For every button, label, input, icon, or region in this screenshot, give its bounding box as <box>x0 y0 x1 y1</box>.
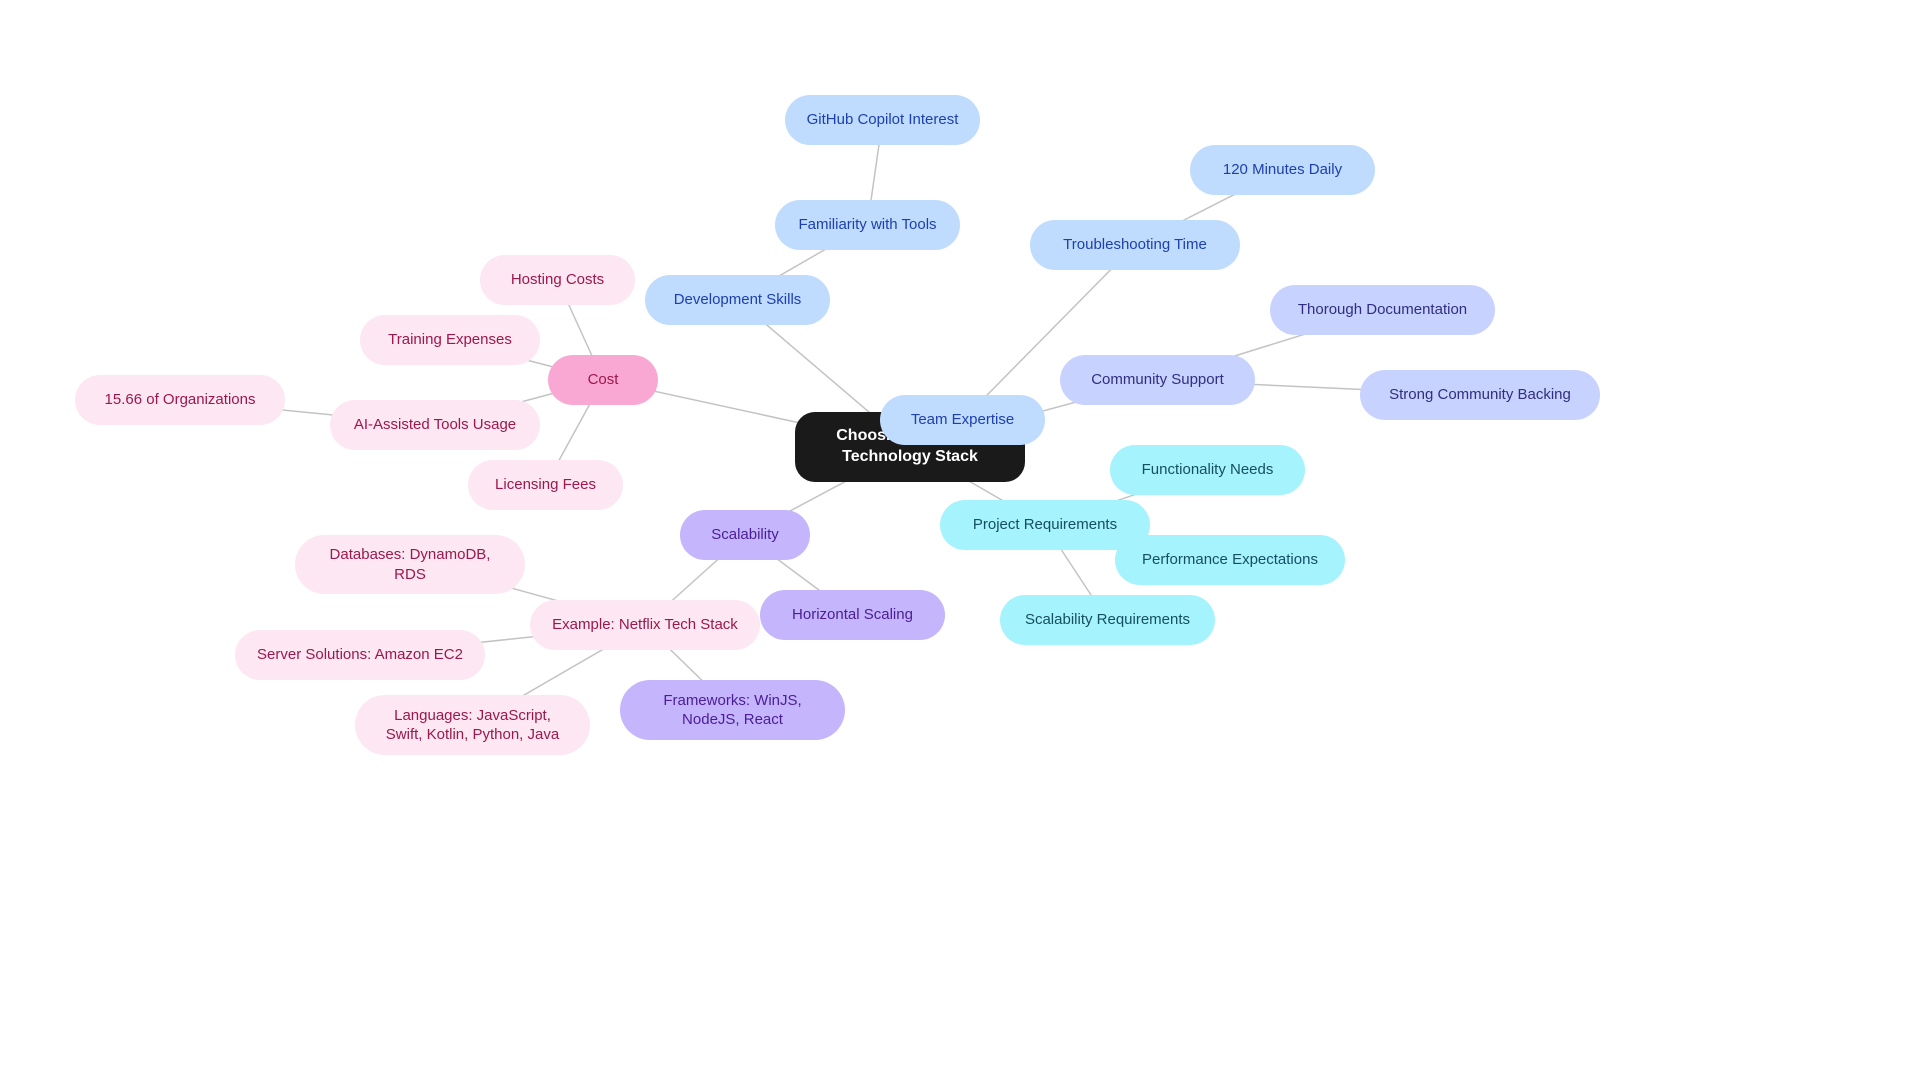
fam-tools-node[interactable]: Familiarity with Tools <box>775 200 960 250</box>
perf-expect-node[interactable]: Performance Expectations <box>1115 535 1345 585</box>
licensing-fees-node[interactable]: Licensing Fees <box>468 460 623 510</box>
thorough-doc-node[interactable]: Thorough Documentation <box>1270 285 1495 335</box>
cost-node[interactable]: Cost <box>548 355 658 405</box>
community-support-node[interactable]: Community Support <box>1060 355 1255 405</box>
mins120-node[interactable]: 120 Minutes Daily <box>1190 145 1375 195</box>
mindmap-container: Choosing the Right Technology Stack Cost… <box>0 0 1920 1083</box>
project-req-node[interactable]: Project Requirements <box>940 500 1150 550</box>
hosting-costs-node[interactable]: Hosting Costs <box>480 255 635 305</box>
gh-copilot-node[interactable]: GitHub Copilot Interest <box>785 95 980 145</box>
ai-tools-node[interactable]: AI-Assisted Tools Usage <box>330 400 540 450</box>
databases-node[interactable]: Databases: DynamoDB, RDS <box>295 535 525 594</box>
troubleshoot-node[interactable]: Troubleshooting Time <box>1030 220 1240 270</box>
horiz-scaling-node[interactable]: Horizontal Scaling <box>760 590 945 640</box>
orgs-node[interactable]: 15.66 of Organizations <box>75 375 285 425</box>
training-expenses-node[interactable]: Training Expenses <box>360 315 540 365</box>
languages-node[interactable]: Languages: JavaScript, Swift, Kotlin, Py… <box>355 695 590 755</box>
team-expertise-node[interactable]: Team Expertise <box>880 395 1045 445</box>
func-needs-node[interactable]: Functionality Needs <box>1110 445 1305 495</box>
frameworks-node[interactable]: Frameworks: WinJS, NodeJS, React <box>620 680 845 740</box>
example-netflix-node[interactable]: Example: Netflix Tech Stack <box>530 600 760 650</box>
server-solutions-node[interactable]: Server Solutions: Amazon EC2 <box>235 630 485 680</box>
scalability-node[interactable]: Scalability <box>680 510 810 560</box>
dev-skills-node[interactable]: Development Skills <box>645 275 830 325</box>
scalability-req-node[interactable]: Scalability Requirements <box>1000 595 1215 645</box>
strong-community-node[interactable]: Strong Community Backing <box>1360 370 1600 420</box>
